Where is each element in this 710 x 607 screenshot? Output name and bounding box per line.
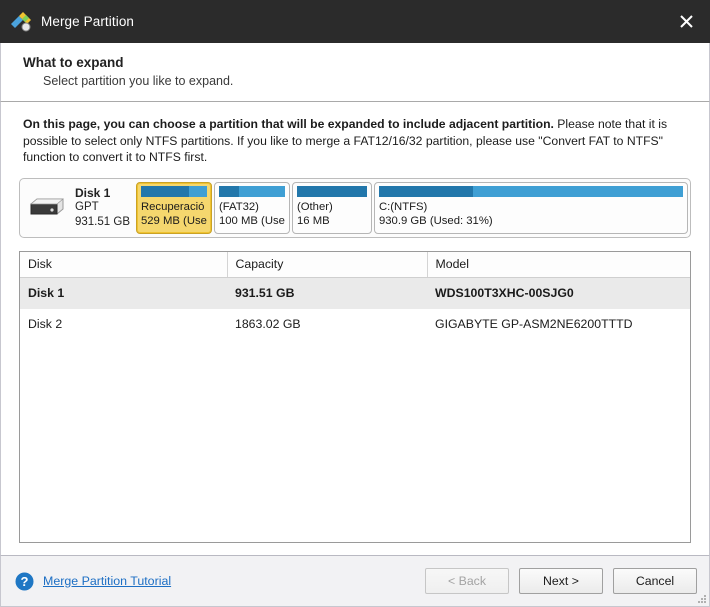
partition-usage-bar <box>296 185 367 197</box>
close-icon[interactable] <box>662 0 710 43</box>
disk-name: Disk 1 <box>75 185 111 200</box>
partition-label: (FAT32) <box>218 200 259 213</box>
partition-size: 16 MB <box>296 214 330 227</box>
merge-partition-dialog: Merge Partition What to expand Select pa… <box>0 0 710 607</box>
svg-text:?: ? <box>21 574 29 589</box>
disk-summary: Disk 1 GPT 931.51 GB <box>24 182 136 234</box>
table-header-row: Disk Capacity Model <box>20 251 690 278</box>
disk-text-block: Disk 1 GPT 931.51 GB <box>75 186 130 230</box>
partition-block[interactable]: C:(NTFS) 930.9 GB (Used: 31%) <box>373 181 688 234</box>
partition-label: C:(NTFS) <box>378 200 428 213</box>
cell-model: WDS100T3XHC-00SJG0 <box>427 277 690 309</box>
partition-block[interactable]: (Other) 16 MB <box>291 181 372 234</box>
column-header-disk[interactable]: Disk <box>20 251 228 278</box>
title-bar: Merge Partition <box>0 0 710 43</box>
partition-usage-bar <box>218 185 285 197</box>
cell-capacity: 931.51 GB <box>227 277 427 309</box>
table-row[interactable]: Disk 1 931.51 GB WDS100T3XHC-00SJG0 <box>20 277 690 309</box>
resize-grip-icon[interactable] <box>697 594 707 604</box>
merge-partition-icon <box>10 11 32 33</box>
hard-disk-icon <box>28 196 66 220</box>
cell-model: GIGABYTE GP-ASM2NE6200TTTD <box>435 316 633 331</box>
help-circle-icon[interactable]: ? <box>15 572 34 591</box>
merge-partition-tutorial-link[interactable]: Merge Partition Tutorial <box>43 574 171 588</box>
partition-label: (Other) <box>296 200 333 213</box>
footer-buttons: < Back Next > Cancel <box>425 568 697 594</box>
disk-table-container[interactable]: Disk Capacity Model Disk 1 931.51 GB WDS10… <box>19 250 691 543</box>
intro-text: On this page, you can choose a partition… <box>23 116 671 166</box>
disk-table: Disk Capacity Model Disk 1 931.51 GB WDS10… <box>20 251 690 340</box>
cancel-button[interactable]: Cancel <box>613 568 697 594</box>
partition-size: 100 MB (Use <box>218 214 285 227</box>
back-button[interactable]: < Back <box>425 568 509 594</box>
disk-map: Disk 1 GPT 931.51 GB Recuperació 529 MB (… <box>19 177 691 238</box>
page-title: What to expand <box>23 55 124 70</box>
disk-partition-style: GPT <box>75 201 99 214</box>
dialog-body: On this page, you can choose a partition… <box>0 102 710 555</box>
partition-block[interactable]: (FAT32) 100 MB (Use <box>213 181 290 234</box>
next-button[interactable]: Next > <box>519 568 603 594</box>
column-header-capacity[interactable]: Capacity <box>227 251 428 278</box>
partition-block[interactable]: Recuperació 529 MB (Use <box>135 181 212 234</box>
cell-capacity: 1863.02 GB <box>235 316 301 331</box>
partition-strip: Recuperació 529 MB (Use (FAT32) 100 MB (Use… <box>135 181 688 234</box>
page-subtitle: Select partition you like to expand. <box>43 74 234 88</box>
disk-capacity: 931.51 GB <box>75 215 130 228</box>
partition-label: Recuperació <box>140 200 205 213</box>
page-header: What to expand Select partition you like… <box>0 43 710 102</box>
column-header-model[interactable]: Model <box>427 251 690 278</box>
partition-usage-bar <box>140 185 207 197</box>
dialog-footer: ? Merge Partition Tutorial < Back Next >… <box>0 555 710 607</box>
table-row[interactable]: Disk 2 1863.02 GB GIGABYTE GP-ASM2NE6200TT… <box>20 309 690 340</box>
partition-size: 930.9 GB (Used: 31%) <box>378 214 493 227</box>
intro-bold: On this page, you can choose a partition… <box>23 117 554 131</box>
partition-usage-bar <box>378 185 683 197</box>
window-title: Merge Partition <box>41 14 135 29</box>
partition-size: 529 MB (Use <box>140 214 207 227</box>
cell-disk: Disk 2 <box>28 316 63 331</box>
cell-disk: Disk 1 <box>20 277 227 309</box>
